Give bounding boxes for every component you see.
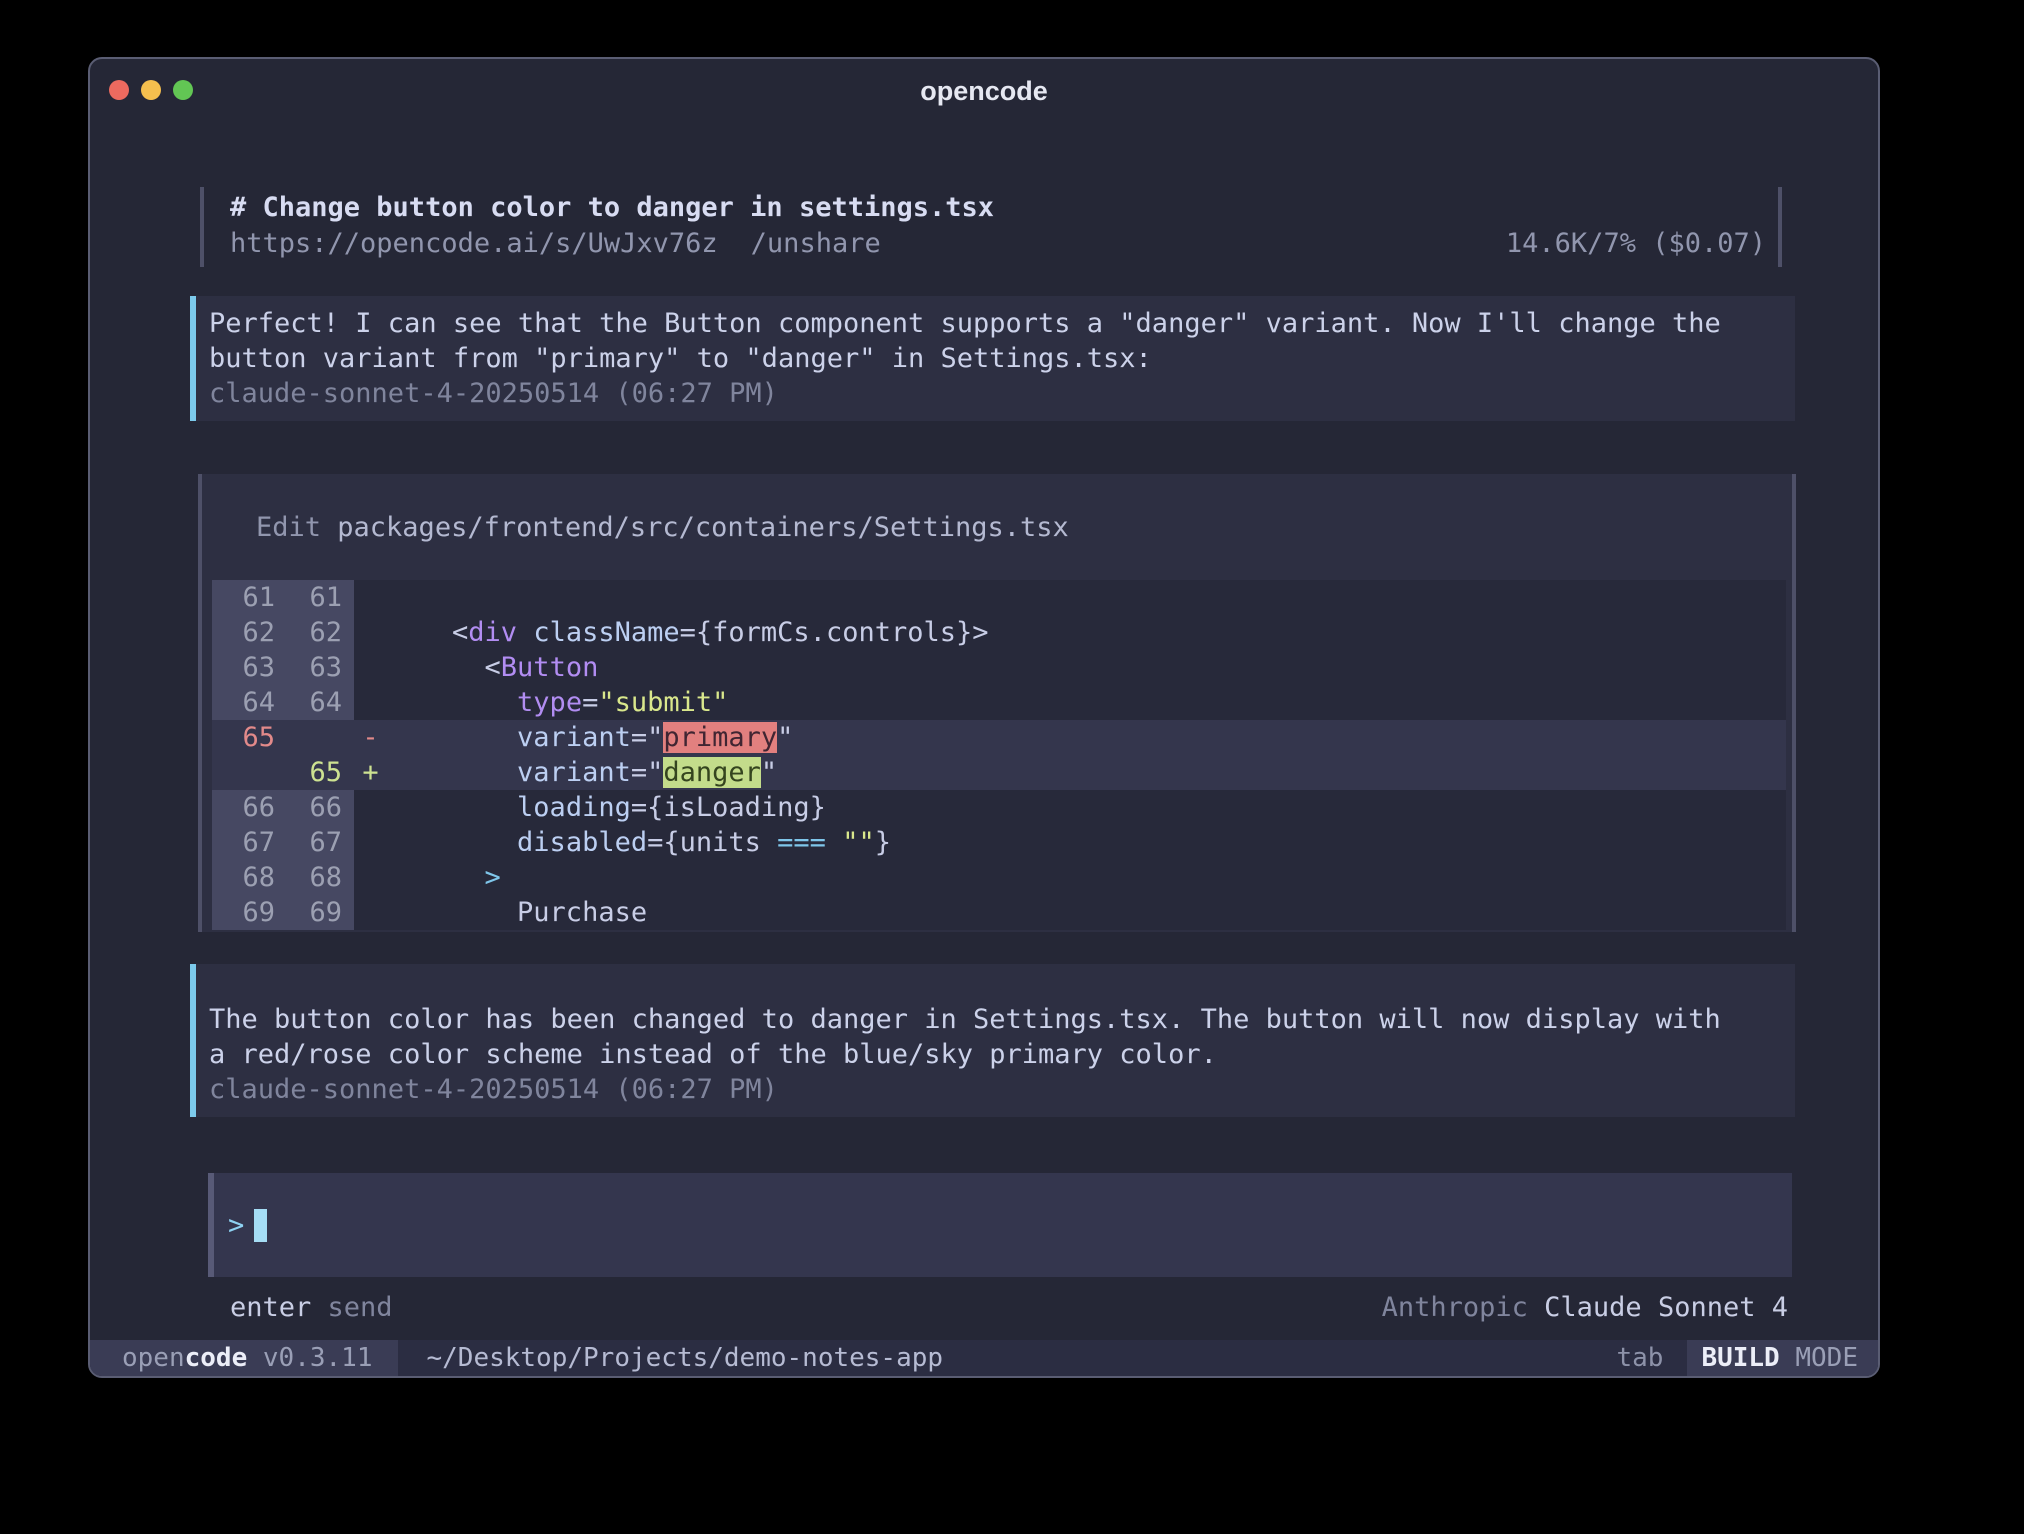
line-number-old: 62: [212, 615, 287, 650]
session-header: # Change button color to danger in setti…: [200, 187, 1782, 267]
assistant-message-text: Perfect! I can see that the Button compo…: [209, 306, 1781, 376]
diff-row: 65 - variant="primary": [212, 720, 1786, 755]
diff-row: 6262 <div className={formCs.controls}>: [212, 615, 1786, 650]
line-number-new: 67: [287, 825, 354, 860]
diff-code-line: >: [387, 860, 1786, 895]
diff-header: Edit packages/frontend/src/containers/Se…: [202, 514, 1792, 542]
diff-marker: +: [354, 755, 387, 790]
diff-row: 6767 disabled={units === ""}: [212, 825, 1786, 860]
diff-code-line: Purchase: [387, 895, 1786, 930]
diff-marker: [354, 895, 387, 930]
diff-code-line: variant="danger": [387, 755, 1786, 790]
diff-row: 6161: [212, 580, 1786, 615]
hint-row: enter send Anthropic Claude Sonnet 4: [230, 1290, 1788, 1325]
diff-marker: [354, 650, 387, 685]
diff-code-line: loading={isLoading}: [387, 790, 1786, 825]
line-number-old: 66: [212, 790, 287, 825]
line-number-old: 67: [212, 825, 287, 860]
diff-file-path: packages/frontend/src/containers/Setting…: [337, 512, 1069, 543]
diff-marker: [354, 860, 387, 895]
line-number-old: 64: [212, 685, 287, 720]
line-number-new: 68: [287, 860, 354, 895]
header-spacer: [881, 226, 1506, 262]
line-number-old: 63: [212, 650, 287, 685]
line-number-old: 69: [212, 895, 287, 930]
diff-code-line: <Button: [387, 650, 1786, 685]
diff-row: 6969 Purchase: [212, 895, 1786, 930]
diff-row: 6868 >: [212, 860, 1786, 895]
prompt-chevron: >: [228, 1210, 244, 1241]
line-number-old: 61: [212, 580, 287, 615]
unshare-command[interactable]: /unshare: [751, 226, 881, 262]
diff-marker: [354, 790, 387, 825]
token-cost-stats: 14.6K/7% ($0.07): [1506, 226, 1766, 262]
line-number-old: 68: [212, 860, 287, 895]
opencode-window: opencode # Change button color to danger…: [88, 57, 1880, 1378]
line-number-old: [212, 755, 287, 790]
session-title: # Change button color to danger in setti…: [230, 190, 994, 226]
line-number-new: 66: [287, 790, 354, 825]
model-indicator: Anthropic Claude Sonnet 4: [1382, 1290, 1788, 1325]
edit-tool-diff: Edit packages/frontend/src/containers/Se…: [198, 474, 1796, 932]
line-number-new: 62: [287, 615, 354, 650]
line-number-new: 61: [287, 580, 354, 615]
diff-code-line: disabled={units === ""}: [387, 825, 1786, 860]
titlebar: opencode: [90, 59, 1878, 123]
prompt-input[interactable]: >: [208, 1173, 1792, 1277]
line-number-new: [287, 720, 354, 755]
app-version-badge: opencode v0.3.11: [90, 1340, 398, 1376]
share-url-link[interactable]: https://opencode.ai/s/UwJxv76z: [230, 226, 718, 262]
diff-code-line: [387, 580, 1786, 615]
assistant-message-meta: claude-sonnet-4-20250514 (06:27 PM): [209, 1072, 1781, 1107]
diff-row: 65+ variant="danger": [212, 755, 1786, 790]
line-number-new: 65: [287, 755, 354, 790]
diff-marker: [354, 580, 387, 615]
tab-key-hint: tab: [1616, 1343, 1663, 1373]
diff-row: 6363 <Button: [212, 650, 1786, 685]
diff-rows: 61616262 <div className={formCs.controls…: [212, 580, 1786, 930]
assistant-message: Perfect! I can see that the Button compo…: [190, 296, 1795, 421]
assistant-message-text: The button color has been changed to dan…: [209, 1002, 1781, 1072]
text-cursor: [254, 1209, 267, 1242]
diff-marker: [354, 615, 387, 650]
diff-marker: [354, 685, 387, 720]
line-number-new: 69: [287, 895, 354, 930]
diff-code-line: variant="primary": [387, 720, 1786, 755]
assistant-message: The button color has been changed to dan…: [190, 964, 1795, 1117]
send-hint: enter send: [230, 1290, 393, 1325]
line-number-new: 64: [287, 685, 354, 720]
diff-marker: -: [354, 720, 387, 755]
line-number-old: 65: [212, 720, 287, 755]
diff-row: 6464 type="submit": [212, 685, 1786, 720]
diff-row: 6666 loading={isLoading}: [212, 790, 1786, 825]
assistant-message-meta: claude-sonnet-4-20250514 (06:27 PM): [209, 376, 1781, 411]
working-directory: ~/Desktop/Projects/demo-notes-app: [426, 1343, 943, 1373]
window-title: opencode: [90, 59, 1878, 123]
diff-tool-name: Edit: [256, 512, 337, 543]
diff-marker: [354, 825, 387, 860]
status-bar: opencode v0.3.11 ~/Desktop/Projects/demo…: [90, 1340, 1878, 1376]
mode-badge[interactable]: BUILD MODE: [1687, 1340, 1878, 1376]
diff-code-line: <div className={formCs.controls}>: [387, 615, 1786, 650]
line-number-new: 63: [287, 650, 354, 685]
diff-code-line: type="submit": [387, 685, 1786, 720]
